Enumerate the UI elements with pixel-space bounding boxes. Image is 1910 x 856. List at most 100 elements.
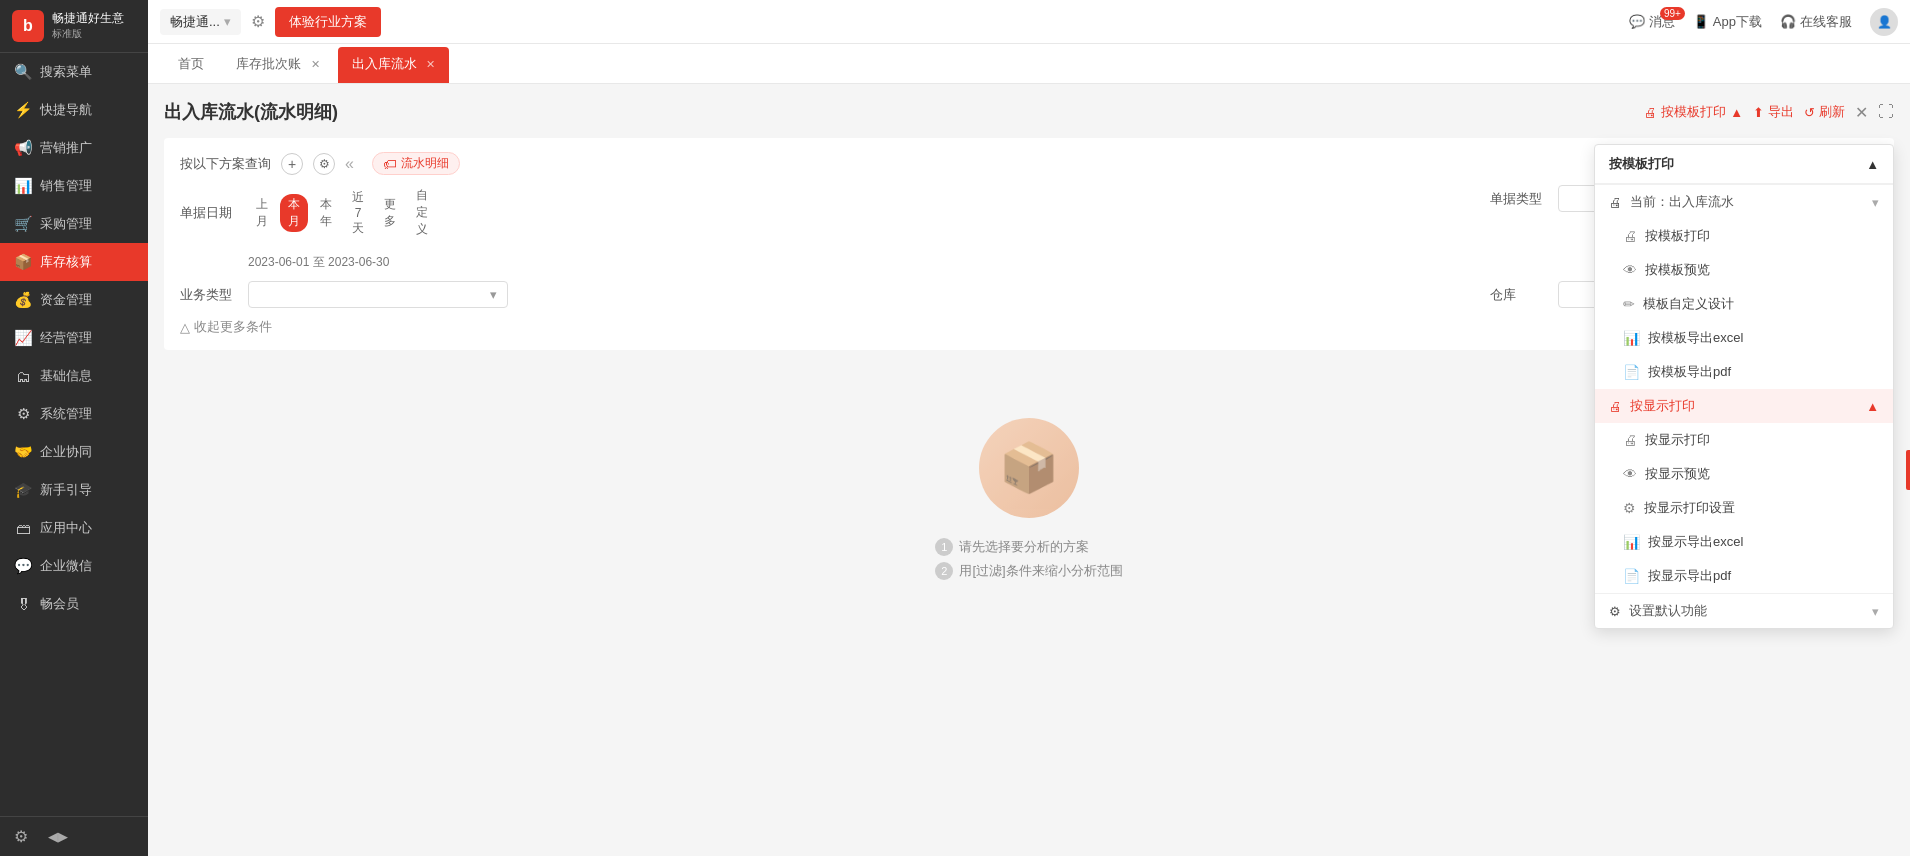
filter-tag-icon: 🏷 — [383, 156, 397, 172]
headset-icon: 🎧 — [1780, 14, 1796, 29]
guide-icon: 🎓 — [14, 481, 32, 499]
add-filter-button[interactable]: + — [281, 153, 303, 175]
current-template-label: 当前：出入库流水 — [1630, 193, 1734, 211]
display-preview-item[interactable]: 👁 按显示预览 — [1595, 457, 1893, 491]
member-icon: 🎖 — [14, 596, 32, 613]
sidebar-item-wechat[interactable]: 💬 企业微信 — [0, 547, 148, 585]
filter-collapse-icon[interactable]: « — [345, 155, 354, 173]
display-excel-item[interactable]: 📊 按显示导出excel — [1595, 525, 1893, 559]
system-icon: ⚙ — [14, 405, 32, 423]
sidebar-item-marketing[interactable]: 📢 营销推广 — [0, 129, 148, 167]
shortcut-icon: ⚡ — [14, 101, 32, 119]
app-download-link[interactable]: 📱 App下载 — [1693, 13, 1762, 31]
print-dropdown-header: 按模板打印 ▲ — [1595, 145, 1893, 184]
sidebar-item-business[interactable]: 📈 经营管理 — [0, 319, 148, 357]
message-badge: 99+ — [1660, 7, 1685, 20]
sidebar-item-label: 库存核算 — [40, 253, 92, 271]
app-download-label: App下载 — [1713, 13, 1762, 31]
sidebar-item-basic[interactable]: 🗂 基础信息 — [0, 357, 148, 395]
sidebar-item-appcenter[interactable]: 🗃 应用中心 — [0, 509, 148, 547]
date-btn-lastmonth[interactable]: 上月 — [248, 194, 276, 232]
template-preview-icon: 👁 — [1623, 262, 1637, 278]
tab-home[interactable]: 首页 — [164, 47, 218, 83]
scroll-indicator — [1906, 450, 1910, 490]
display-print-section-header[interactable]: 🖨 按显示打印 ▲ — [1595, 389, 1893, 423]
display-print-settings-item[interactable]: ⚙ 按显示打印设置 — [1595, 491, 1893, 525]
sidebar-item-member[interactable]: 🎖 畅会员 — [0, 585, 148, 623]
settings-footer-icon[interactable]: ⚙ — [14, 827, 28, 846]
display-pdf-item[interactable]: 📄 按显示导出pdf — [1595, 559, 1893, 593]
date-btn-custom[interactable]: 自定义 — [408, 185, 436, 240]
marketing-icon: 📢 — [14, 139, 32, 157]
wechat-icon: 💬 — [14, 557, 32, 575]
sidebar-item-search[interactable]: 🔍 搜索菜单 — [0, 53, 148, 91]
print-label: 按模板打印 — [1661, 103, 1726, 121]
refresh-button[interactable]: ↺ 刷新 — [1804, 103, 1845, 121]
default-section-label: 设置默认功能 — [1629, 602, 1707, 620]
step-1-label: 请先选择要分析的方案 — [959, 538, 1089, 556]
biz-type-chevron-icon: ▾ — [490, 287, 497, 302]
filter-setting-button[interactable]: ⚙ — [313, 153, 335, 175]
date-label: 单据日期 — [180, 204, 240, 222]
settings-gear-icon[interactable]: ⚙ — [251, 12, 265, 31]
avatar[interactable]: 👤 — [1870, 8, 1898, 36]
sidebar-item-label: 快捷导航 — [40, 101, 92, 119]
panel-close-button[interactable]: ✕ — [1855, 103, 1868, 122]
sidebar-item-corp[interactable]: 🤝 企业协同 — [0, 433, 148, 471]
message-button[interactable]: 💬 消息 99+ — [1629, 13, 1675, 31]
sidebar-item-finance[interactable]: 💰 资金管理 — [0, 281, 148, 319]
date-btn-7days[interactable]: 近7天 — [344, 187, 372, 239]
sidebar-item-purchase[interactable]: 🛒 采购管理 — [0, 205, 148, 243]
template-design-item[interactable]: ✏ 模板自定义设计 — [1595, 287, 1893, 321]
template-print-item[interactable]: 🖨 按模板打印 — [1595, 219, 1893, 253]
print-dropdown-chevron-up-icon[interactable]: ▲ — [1866, 157, 1879, 172]
display-print-item[interactable]: 🖨 按显示打印 — [1595, 423, 1893, 457]
export-button[interactable]: ⬆ 导出 — [1753, 103, 1794, 121]
sidebar-item-shortcut[interactable]: ⚡ 快捷导航 — [0, 91, 148, 129]
step-num-2: 2 — [935, 562, 953, 580]
date-btn-more[interactable]: 更多 — [376, 194, 404, 232]
display-section-icon: 🖨 — [1609, 399, 1622, 414]
sidebar-item-guide[interactable]: 🎓 新手引导 — [0, 471, 148, 509]
biz-type-select[interactable]: ▾ — [248, 281, 508, 308]
tab-batch[interactable]: 库存批次账 ✕ — [222, 47, 334, 83]
display-section-title: 按显示打印 — [1630, 397, 1695, 415]
tab-flow-close-icon[interactable]: ✕ — [426, 58, 435, 70]
filter-tag[interactable]: 🏷 流水明细 — [372, 152, 460, 175]
print-template-button[interactable]: 🖨 按模板打印 ▲ — [1644, 103, 1743, 121]
appcenter-icon: 🗃 — [14, 520, 32, 537]
sidebar-logo: b 畅捷通好生意 标准版 — [0, 0, 148, 53]
display-print-icon: 🖨 — [1623, 432, 1637, 448]
empty-step-1: 1 请先选择要分析的方案 — [935, 538, 1122, 556]
purchase-icon: 🛒 — [14, 215, 32, 233]
sidebar-item-label: 营销推广 — [40, 139, 92, 157]
sidebar-item-label: 应用中心 — [40, 519, 92, 537]
template-preview-item[interactable]: 👁 按模板预览 — [1595, 253, 1893, 287]
date-range-group: 2023-06-01 至 2023-06-30 — [180, 250, 560, 271]
display-section-chevron-icon: ▲ — [1866, 399, 1879, 414]
sidebar-item-system[interactable]: ⚙ 系统管理 — [0, 395, 148, 433]
business-icon: 📈 — [14, 329, 32, 347]
template-pdf-item[interactable]: 📄 按模板导出pdf — [1595, 355, 1893, 389]
template-excel-item[interactable]: 📊 按模板导出excel — [1595, 321, 1893, 355]
search-icon: 🔍 — [14, 63, 32, 81]
export-label: 导出 — [1768, 103, 1794, 121]
sidebar-item-inventory[interactable]: 📦 库存核算 — [0, 243, 148, 281]
tab-flow[interactable]: 出入库流水 ✕ — [338, 47, 450, 83]
default-section-header[interactable]: ⚙ 设置默认功能 ▾ — [1595, 593, 1893, 628]
industry-solution-button[interactable]: 体验行业方案 — [275, 7, 381, 37]
current-template-row[interactable]: 🖨 当前：出入库流水 ▾ — [1595, 184, 1893, 219]
panel-maximize-button[interactable]: ⛶ — [1878, 103, 1894, 121]
company-dropdown[interactable]: 畅捷通... ▾ — [160, 9, 241, 35]
online-service-link[interactable]: 🎧 在线客服 — [1780, 13, 1852, 31]
date-btn-thisyear[interactable]: 本年 — [312, 194, 340, 232]
main-area: 畅捷通... ▾ ⚙ 体验行业方案 💬 消息 99+ 📱 App下载 🎧 在线客… — [148, 0, 1910, 856]
display-settings-label: 按显示打印设置 — [1644, 499, 1735, 517]
tab-batch-label: 库存批次账 — [236, 56, 301, 71]
inventory-icon: 📦 — [14, 253, 32, 271]
sidebar-item-sales[interactable]: 📊 销售管理 — [0, 167, 148, 205]
date-btn-thismonth[interactable]: 本月 — [280, 194, 308, 232]
collapse-sidebar-icon[interactable]: ◀▶ — [48, 829, 68, 844]
sidebar-item-label: 系统管理 — [40, 405, 92, 423]
tab-batch-close-icon[interactable]: ✕ — [311, 58, 320, 70]
